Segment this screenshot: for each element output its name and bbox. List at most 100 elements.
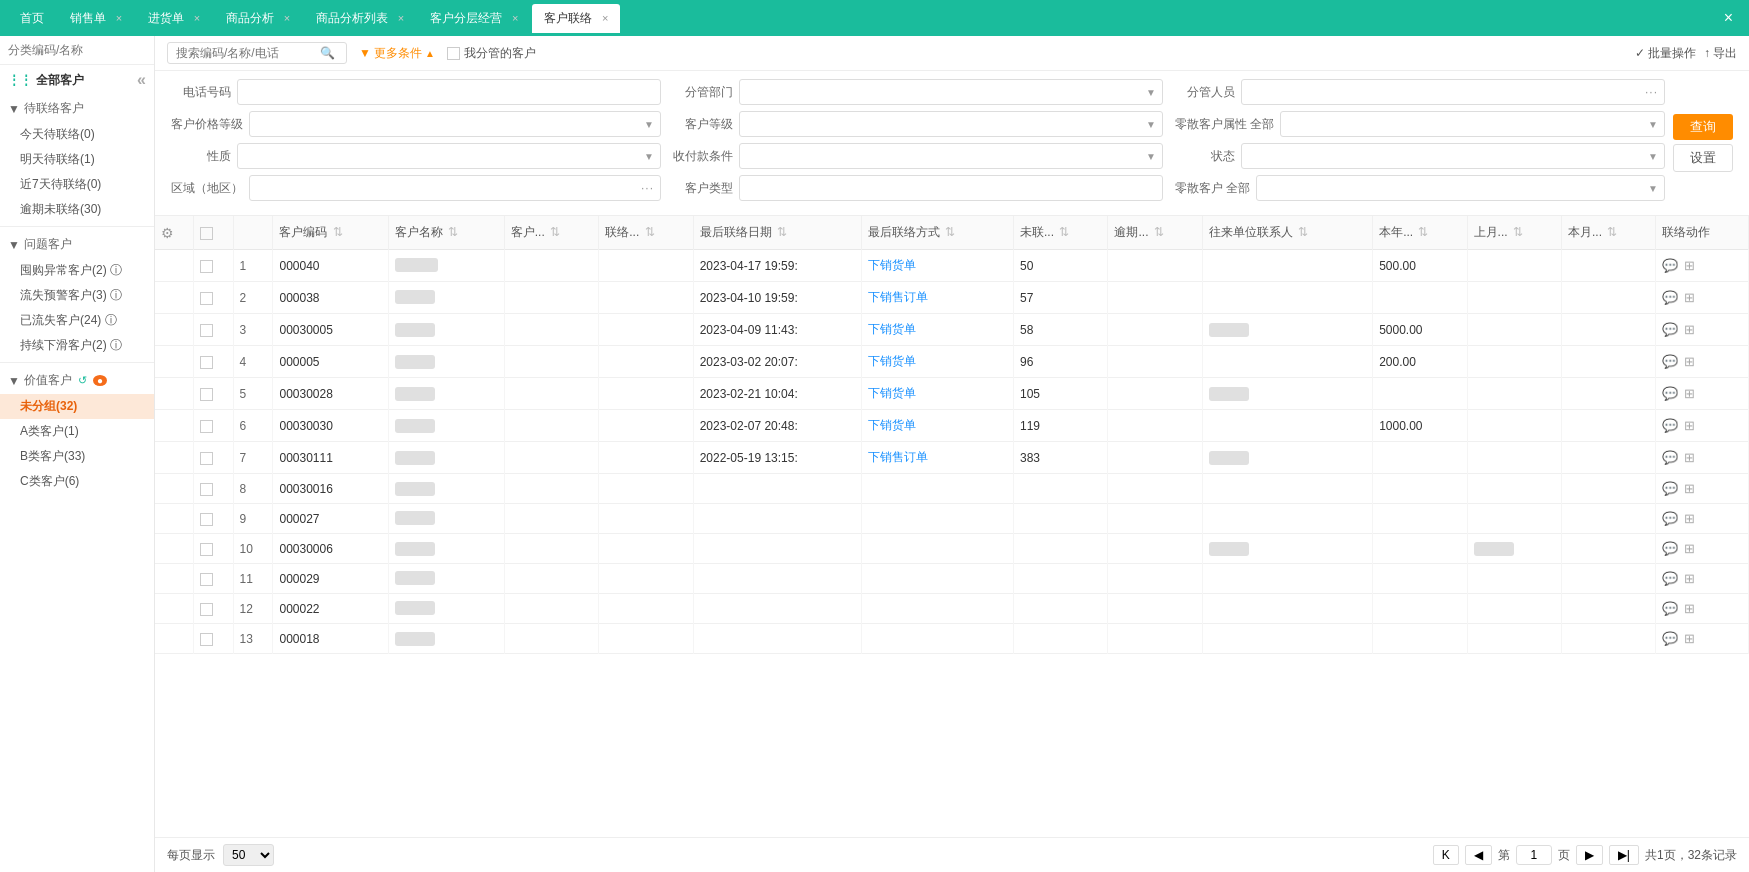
refresh-icon[interactable]: ↺ — [78, 374, 87, 387]
row-checkbox[interactable] — [200, 420, 213, 433]
filter-nature-select[interactable]: ▼ — [237, 143, 661, 169]
col-no-contact[interactable]: 未联... ⇅ — [1014, 216, 1108, 250]
row-checkbox[interactable] — [200, 483, 213, 496]
col-last-month[interactable]: 上月... ⇅ — [1467, 216, 1561, 250]
row-checkbox[interactable] — [200, 388, 213, 401]
search-button[interactable]: 查询 — [1673, 114, 1733, 140]
prev-page-btn[interactable]: ◀ — [1465, 845, 1492, 865]
cell-checkbox[interactable] — [194, 564, 233, 594]
row-checkbox[interactable] — [200, 324, 213, 337]
page-number-input[interactable] — [1516, 845, 1552, 865]
col-overdue[interactable]: 逾期... ⇅ — [1108, 216, 1202, 250]
grid-action-icon[interactable]: ⊞ — [1684, 631, 1695, 646]
row-checkbox[interactable] — [200, 513, 213, 526]
last-contact-way-link[interactable]: 下销货单 — [868, 322, 916, 336]
close-product-analysis-icon[interactable]: × — [284, 12, 290, 24]
col-last-way[interactable]: 最后联络方式 ⇅ — [861, 216, 1013, 250]
nav-product-list[interactable]: 商品分析列表 × — [304, 4, 416, 33]
page-size-select[interactable]: 50 20 100 — [223, 844, 274, 866]
nav-home[interactable]: 首页 — [8, 4, 56, 33]
comment-icon[interactable]: 💬 — [1662, 386, 1678, 401]
sidebar-group-problems[interactable]: ▼ 问题客户 — [0, 231, 154, 258]
grid-action-icon[interactable]: ⊞ — [1684, 386, 1695, 401]
close-sales-icon[interactable]: × — [116, 12, 122, 24]
last-page-btn[interactable]: ▶| — [1609, 845, 1639, 865]
row-checkbox[interactable] — [200, 452, 213, 465]
cell-checkbox[interactable] — [194, 250, 233, 282]
cell-checkbox[interactable] — [194, 504, 233, 534]
nav-sales[interactable]: 销售单 × — [58, 4, 134, 33]
nav-customer-contact[interactable]: 客户联络 × — [532, 4, 620, 33]
grid-action-icon[interactable]: ⊞ — [1684, 511, 1695, 526]
filter-payment-select[interactable]: ▼ — [739, 143, 1163, 169]
first-page-btn[interactable]: K — [1433, 845, 1459, 865]
sidebar-item-tomorrow[interactable]: 明天待联络(1) — [0, 147, 154, 172]
sidebar-item-7days[interactable]: 近7天待联络(0) — [0, 172, 154, 197]
sidebar-item-c-class[interactable]: C类客户(6) — [0, 469, 154, 494]
reset-button[interactable]: 设置 — [1673, 144, 1733, 172]
settings-icon[interactable]: ⚙ — [161, 225, 174, 241]
row-checkbox[interactable] — [200, 543, 213, 556]
sidebar-item-warning[interactable]: 流失预警客户(3) ⓘ — [0, 283, 154, 308]
grid-action-icon[interactable]: ⊞ — [1684, 290, 1695, 305]
comment-icon[interactable]: 💬 — [1662, 631, 1678, 646]
col-name[interactable]: 客户名称 ⇅ — [389, 216, 505, 250]
sidebar-item-overdue[interactable]: 逾期未联络(30) — [0, 197, 154, 222]
filter-status-select[interactable]: ▼ — [1241, 143, 1665, 169]
col-settings[interactable]: ⚙ — [155, 216, 194, 250]
grid-action-icon[interactable]: ⊞ — [1684, 481, 1695, 496]
sidebar-collapse-btn[interactable]: « — [137, 71, 146, 89]
filter-customer-type-input[interactable] — [739, 175, 1163, 201]
filter-phone-input[interactable] — [237, 79, 661, 105]
global-close-icon[interactable]: × — [1716, 9, 1741, 27]
nav-product-analysis[interactable]: 商品分析 × — [214, 4, 302, 33]
cell-checkbox[interactable] — [194, 410, 233, 442]
filter-dept-select[interactable]: ▼ — [739, 79, 1163, 105]
row-checkbox[interactable] — [200, 603, 213, 616]
cell-checkbox[interactable] — [194, 378, 233, 410]
grid-action-icon[interactable]: ⊞ — [1684, 322, 1695, 337]
select-all-checkbox[interactable] — [200, 227, 213, 240]
col-this-year[interactable]: 本年... ⇅ — [1373, 216, 1467, 250]
sidebar-item-today[interactable]: 今天待联络(0) — [0, 122, 154, 147]
grid-action-icon[interactable]: ⊞ — [1684, 450, 1695, 465]
cell-checkbox[interactable] — [194, 442, 233, 474]
grid-action-icon[interactable]: ⊞ — [1684, 354, 1695, 369]
comment-icon[interactable]: 💬 — [1662, 601, 1678, 616]
batch-op-btn[interactable]: ✓ 批量操作 — [1635, 45, 1696, 62]
nav-purchase[interactable]: 进货单 × — [136, 4, 212, 33]
comment-icon[interactable]: 💬 — [1662, 481, 1678, 496]
close-customer-contact-icon[interactable]: × — [602, 12, 608, 24]
comment-icon[interactable]: 💬 — [1662, 450, 1678, 465]
next-page-btn[interactable]: ▶ — [1576, 845, 1603, 865]
sidebar-search-input[interactable] — [8, 43, 155, 57]
row-checkbox[interactable] — [200, 356, 213, 369]
nav-customer-tier[interactable]: 客户分层经营 × — [418, 4, 530, 33]
filter-more-btn[interactable]: ▼ 更多条件 ▲ — [359, 45, 435, 62]
my-customer-checkbox[interactable] — [447, 47, 460, 60]
sidebar-all-customer[interactable]: ⋮⋮ 全部客户 « — [0, 65, 154, 95]
filter-customer-level-select[interactable]: ▼ — [739, 111, 1163, 137]
filter-price-level-select[interactable]: ▼ — [249, 111, 661, 137]
last-contact-way-link[interactable]: 下销货单 — [868, 418, 916, 432]
grid-action-icon[interactable]: ⊞ — [1684, 601, 1695, 616]
comment-icon[interactable]: 💬 — [1662, 418, 1678, 433]
close-customer-tier-icon[interactable]: × — [512, 12, 518, 24]
cell-checkbox[interactable] — [194, 534, 233, 564]
row-checkbox[interactable] — [200, 573, 213, 586]
filter-retail-select[interactable]: ▼ — [1256, 175, 1665, 201]
comment-icon[interactable]: 💬 — [1662, 511, 1678, 526]
sidebar-item-b-class[interactable]: B类客户(33) — [0, 444, 154, 469]
row-checkbox[interactable] — [200, 260, 213, 273]
filter-my-customer[interactable]: 我分管的客户 — [447, 45, 536, 62]
sidebar-item-ungroup[interactable]: 未分组(32) — [0, 394, 154, 419]
comment-icon[interactable]: 💬 — [1662, 290, 1678, 305]
filter-retail-attr-select[interactable]: ▼ — [1280, 111, 1665, 137]
cell-checkbox[interactable] — [194, 594, 233, 624]
grid-action-icon[interactable]: ⊞ — [1684, 258, 1695, 273]
cell-checkbox[interactable] — [194, 314, 233, 346]
last-contact-way-link[interactable]: 下销售订单 — [868, 290, 928, 304]
sidebar-group-value[interactable]: ▼ 价值客户 ↺ ● — [0, 367, 154, 394]
col-code[interactable]: 客户编码 ⇅ — [273, 216, 389, 250]
filter-manager-input[interactable]: ··· — [1241, 79, 1665, 105]
